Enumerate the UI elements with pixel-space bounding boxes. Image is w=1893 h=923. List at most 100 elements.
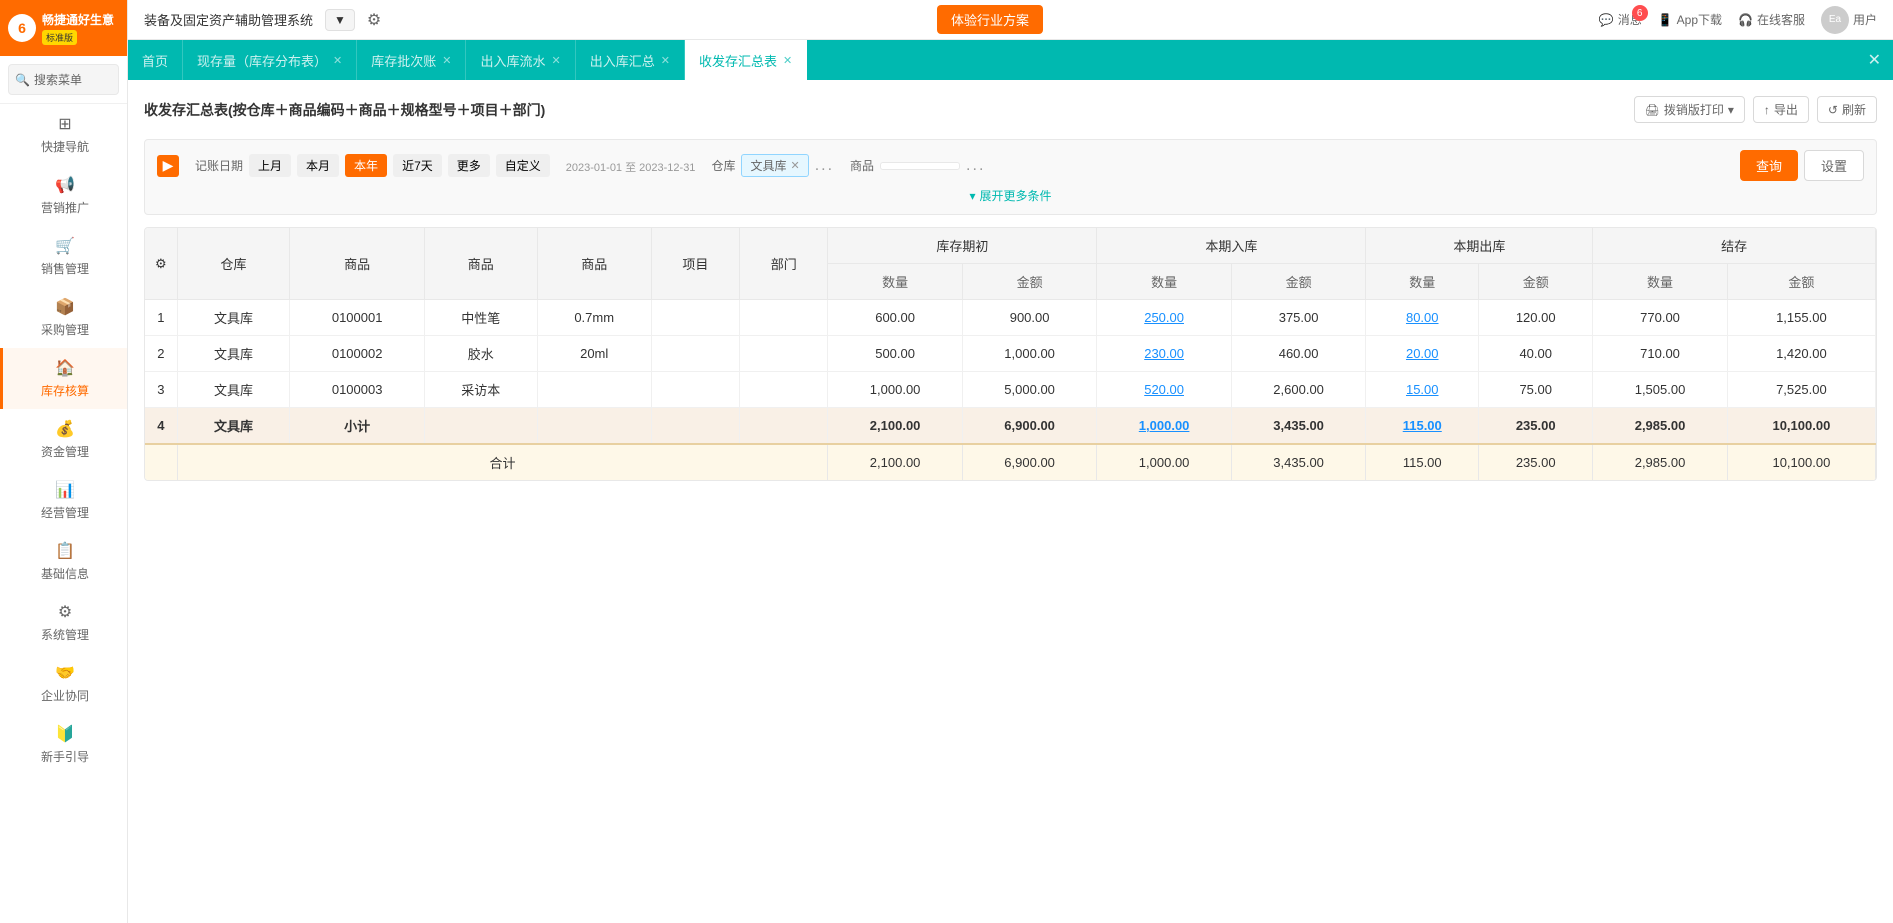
warehouse-tag-close[interactable]: ✕ xyxy=(790,159,799,172)
logo-icon: 6 xyxy=(8,14,36,42)
sidebar-item-inventory[interactable]: 🏠 库存核算 xyxy=(0,348,127,409)
date-btn-7days[interactable]: 近7天 xyxy=(393,154,442,177)
sidebar-item-sales[interactable]: 🛒 销售管理 xyxy=(0,226,127,287)
date-btn-this-month[interactable]: 本月 xyxy=(297,154,339,177)
footer-closing-qty: 2,985.00 xyxy=(1593,444,1728,480)
row2-in-qty[interactable]: 230.00 xyxy=(1097,336,1232,372)
sidebar-item-guide[interactable]: 🔰 新手引导 xyxy=(0,714,127,775)
table-footer: 合计 2,100.00 6,900.00 1,000.00 3,435.00 1… xyxy=(145,444,1876,480)
row3-in-amt: 2,600.00 xyxy=(1231,372,1366,408)
avatar: Ea xyxy=(1821,6,1849,34)
row2-name: 胶水 xyxy=(424,336,537,372)
message-action[interactable]: 💬 消息 6 xyxy=(1599,11,1642,28)
export-button[interactable]: ↑ 导出 xyxy=(1753,96,1809,123)
user-action[interactable]: Ea 用户 xyxy=(1821,6,1877,34)
inventory-icon: 🏠 xyxy=(55,358,75,378)
row3-in-qty[interactable]: 520.00 xyxy=(1097,372,1232,408)
expand-more-button[interactable]: ▾ 展开更多条件 xyxy=(969,187,1051,204)
row1-spec: 0.7mm xyxy=(537,300,651,336)
query-button[interactable]: 查询 xyxy=(1740,150,1798,181)
date-btn-last-month[interactable]: 上月 xyxy=(249,154,291,177)
filter-row: ▶ 记账日期 上月 本月 本年 近7天 更多 自定义 2023-01-01 至 … xyxy=(157,150,1864,181)
row2-project xyxy=(651,336,739,372)
sales-icon: 🛒 xyxy=(55,236,75,256)
subtotal-out-qty[interactable]: 115.00 xyxy=(1366,408,1479,445)
search-icon: 🔍 xyxy=(15,73,30,87)
refresh-button[interactable]: ↺ 刷新 xyxy=(1817,96,1877,123)
subtotal-in-qty[interactable]: 1,000.00 xyxy=(1097,408,1232,445)
row1-out-qty[interactable]: 80.00 xyxy=(1366,300,1479,336)
col-header-project: 项目 xyxy=(651,228,739,300)
tab-close-recv-summary[interactable]: ✕ xyxy=(783,54,792,67)
sidebar-nav: ⊞ 快捷导航 📢 营销推广 🛒 销售管理 📦 采购管理 🏠 库存核算 💰 xyxy=(0,104,127,923)
goods-input[interactable] xyxy=(880,162,960,170)
footer-opening-qty: 2,100.00 xyxy=(828,444,963,480)
tab-close-batch-ledger[interactable]: ✕ xyxy=(442,54,451,67)
row1-seq: 1 xyxy=(145,300,177,336)
app-download-action[interactable]: 📱 App下载 xyxy=(1658,11,1722,28)
table-settings-header[interactable]: ⚙ xyxy=(145,228,177,300)
subtotal-row: 4 文具库 小计 2,100.00 6,900.00 1,000.00 xyxy=(145,408,1876,445)
col-header-closing: 结存 xyxy=(1593,228,1876,264)
sidebar-item-purchase[interactable]: 📦 采购管理 xyxy=(0,287,127,348)
date-btn-more[interactable]: 更多 xyxy=(448,154,490,177)
table-row: 2 文具库 0100002 胶水 20ml 500.00 1,000.00 23… xyxy=(145,336,1876,372)
tab-close-summary[interactable]: ✕ xyxy=(661,54,670,67)
col-in-amt: 金额 xyxy=(1231,264,1366,300)
row2-out-qty[interactable]: 20.00 xyxy=(1366,336,1479,372)
row1-opening-qty: 600.00 xyxy=(828,300,963,336)
goods-more-dots[interactable]: ... xyxy=(966,157,985,175)
tab-inventory-dist[interactable]: 现存量（库存分布表） ✕ xyxy=(183,40,357,80)
footer-opening-amt: 6,900.00 xyxy=(962,444,1097,480)
tab-batch-ledger[interactable]: 库存批次账 ✕ xyxy=(357,40,466,80)
topbar: 装备及固定资产辅助管理系统 ▼ ⚙ 体验行业方案 💬 消息 6 📱 App下载 … xyxy=(128,0,1893,40)
system-dropdown[interactable]: ▼ xyxy=(325,9,355,31)
warehouse-more-dots[interactable]: ... xyxy=(815,157,834,175)
row2-warehouse: 文具库 xyxy=(177,336,290,372)
sidebar-item-enterprise[interactable]: 🤝 企业协同 xyxy=(0,653,127,714)
footer-row: 合计 2,100.00 6,900.00 1,000.00 3,435.00 1… xyxy=(145,444,1876,480)
sidebar-item-system[interactable]: ⚙ 系统管理 xyxy=(0,592,127,653)
filter-toggle-button[interactable]: ▶ xyxy=(157,155,179,177)
search-menu-button[interactable]: 🔍 搜索菜单 xyxy=(8,64,119,95)
sidebar-item-basic-info[interactable]: 📋 基础信息 xyxy=(0,531,127,592)
footer-empty0 xyxy=(145,444,177,480)
row3-out-qty[interactable]: 15.00 xyxy=(1366,372,1479,408)
row3-dept xyxy=(740,372,828,408)
guide-icon: 🔰 xyxy=(55,724,75,744)
date-btn-this-year[interactable]: 本年 xyxy=(345,154,387,177)
tab-flow[interactable]: 出入库流水 ✕ xyxy=(466,40,575,80)
system-icon: ⚙ xyxy=(58,602,72,622)
sidebar-item-marketing[interactable]: 📢 营销推广 xyxy=(0,165,127,226)
subtotal-opening-amt: 6,900.00 xyxy=(962,408,1097,445)
print-button[interactable]: 🖨 拨销版打印 ▾ xyxy=(1634,96,1745,123)
tab-close-inventory-dist[interactable]: ✕ xyxy=(333,54,342,67)
sidebar-item-quick-nav[interactable]: ⊞ 快捷导航 xyxy=(0,104,127,165)
tab-close-flow[interactable]: ✕ xyxy=(552,54,561,67)
subtotal-empty2 xyxy=(537,408,651,445)
filter-settings-button[interactable]: 设置 xyxy=(1804,150,1864,181)
sidebar: 6 畅捷通好生意 标准版 🔍 搜索菜单 ⊞ 快捷导航 📢 营销推广 🛒 xyxy=(0,0,128,923)
tab-summary[interactable]: 出入库汇总 ✕ xyxy=(576,40,685,80)
row3-spec xyxy=(537,372,651,408)
row2-in-amt: 460.00 xyxy=(1231,336,1366,372)
tab-home[interactable]: 首页 xyxy=(128,40,183,80)
row1-code: 0100001 xyxy=(290,300,425,336)
row1-opening-amt: 900.00 xyxy=(962,300,1097,336)
row2-opening-amt: 1,000.00 xyxy=(962,336,1097,372)
tab-recv-summary[interactable]: 收发存汇总表 ✕ xyxy=(685,40,807,80)
row1-closing-qty: 770.00 xyxy=(1593,300,1728,336)
subtotal-empty1 xyxy=(424,408,537,445)
online-service-action[interactable]: 🎧 在线客服 xyxy=(1738,11,1805,28)
sidebar-item-operations[interactable]: 📊 经营管理 xyxy=(0,470,127,531)
footer-out-amt: 235.00 xyxy=(1479,444,1593,480)
settings-icon[interactable]: ⚙ xyxy=(367,10,381,30)
sidebar-item-finance[interactable]: 💰 资金管理 xyxy=(0,409,127,470)
col-header-out: 本期出库 xyxy=(1366,228,1593,264)
row1-in-qty[interactable]: 250.00 xyxy=(1097,300,1232,336)
trial-button[interactable]: 体验行业方案 xyxy=(937,5,1043,34)
tabbar-close-button[interactable]: ✕ xyxy=(1856,50,1893,70)
date-btn-custom[interactable]: 自定义 xyxy=(496,154,550,177)
row2-spec: 20ml xyxy=(537,336,651,372)
date-filter-label: 记账日期 xyxy=(195,157,243,174)
